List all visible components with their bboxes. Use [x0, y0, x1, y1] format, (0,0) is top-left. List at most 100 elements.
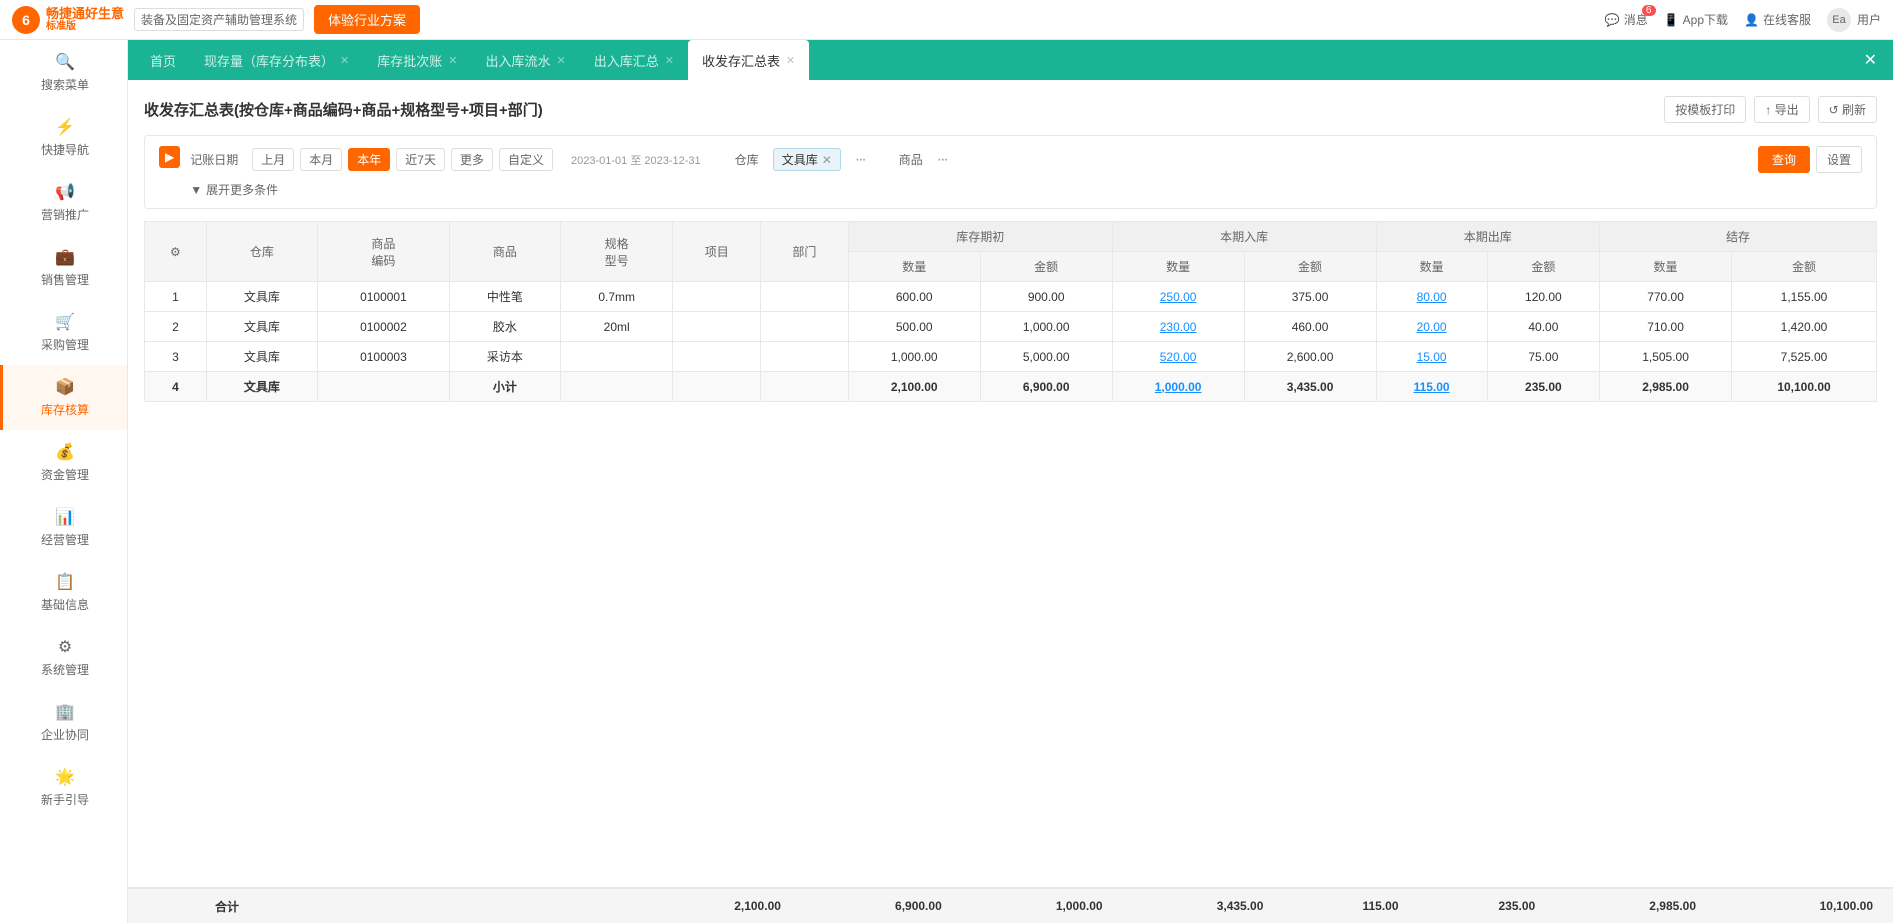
message-item[interactable]: 💬 消息 6	[1605, 11, 1648, 28]
out-qty-link-4[interactable]: 115.00	[1414, 380, 1450, 394]
total-out-qty: 115.00	[1273, 898, 1408, 915]
in-qty-link-2[interactable]: 230.00	[1160, 320, 1197, 334]
app-download-item[interactable]: 📱 App下载	[1664, 11, 1728, 28]
tab-inout-flow-close[interactable]: ✕	[557, 54, 566, 67]
sidebar-item-operation[interactable]: 📊 经营管理	[0, 495, 127, 560]
table-row: 1 文具库 0100001 中性笔 0.7mm 600.00 900.00 25…	[145, 282, 1877, 312]
cell-project-2	[673, 312, 761, 342]
experience-button[interactable]: 体验行业方案	[314, 5, 420, 34]
cell-out-qty-3[interactable]: 15.00	[1376, 342, 1487, 372]
export-label: 导出	[1775, 103, 1799, 117]
sidebar-item-quick[interactable]: ⚡ 快捷导航	[0, 105, 127, 170]
cell-out-qty-2[interactable]: 20.00	[1376, 312, 1487, 342]
tab-home[interactable]: 首页	[136, 40, 190, 80]
sidebar-label-quick: 快捷导航	[41, 141, 89, 158]
sidebar-item-purchase[interactable]: 🛒 采购管理	[0, 300, 127, 365]
in-qty-link-3[interactable]: 520.00	[1160, 350, 1197, 364]
tab-stock-dist-close[interactable]: ✕	[340, 54, 349, 67]
cell-in-qty-3[interactable]: 520.00	[1112, 342, 1244, 372]
in-qty-link-4[interactable]: 1,000.00	[1155, 380, 1202, 394]
date-btn-7days[interactable]: 近7天	[396, 148, 445, 171]
sidebar-item-marketing[interactable]: 📢 营销推广	[0, 170, 127, 235]
tab-recv-send[interactable]: 收发存汇总表 ✕	[688, 40, 809, 80]
tab-batch-label: 库存批次账	[377, 51, 442, 70]
cell-dept-1	[761, 282, 849, 312]
warehouse-ellipsis[interactable]: ···	[855, 151, 865, 169]
sidebar-item-basic[interactable]: 📋 基础信息	[0, 560, 127, 625]
sidebar-label-search: 搜索菜单	[41, 76, 89, 93]
print-button[interactable]: 按模板打印	[1664, 96, 1746, 123]
cell-open-amt-1: 900.00	[980, 282, 1112, 312]
tab-recv-send-close[interactable]: ✕	[786, 54, 795, 67]
cell-warehouse-3: 文具库	[206, 342, 317, 372]
out-qty-link-2[interactable]: 20.00	[1417, 320, 1447, 334]
guide-icon: 🌟	[55, 767, 75, 787]
tab-inout-summary-close[interactable]: ✕	[665, 54, 674, 67]
table-container: ⚙ 仓库 商品编码 商品 规格型号 项目 部门 库存期初 本期入库 本期出库 结…	[144, 221, 1877, 402]
cell-out-amt-1: 120.00	[1487, 282, 1599, 312]
cell-bal-qty-2: 710.00	[1600, 312, 1732, 342]
expand-button[interactable]: ▼ 展开更多条件	[190, 181, 1862, 198]
cell-bal-qty-4: 2,985.00	[1600, 372, 1732, 402]
cell-name-3: 采访本	[449, 342, 560, 372]
cell-warehouse-1: 文具库	[206, 282, 317, 312]
tab-batch[interactable]: 库存批次账 ✕	[363, 40, 471, 80]
export-button[interactable]: ↑ 导出	[1754, 96, 1809, 123]
data-table: ⚙ 仓库 商品编码 商品 规格型号 项目 部门 库存期初 本期入库 本期出库 结…	[144, 221, 1877, 402]
cell-bal-amt-4: 10,100.00	[1732, 372, 1877, 402]
sidebar-item-inventory[interactable]: 📦 库存核算	[0, 365, 127, 430]
cell-out-amt-3: 75.00	[1487, 342, 1599, 372]
cell-out-qty-1[interactable]: 80.00	[1376, 282, 1487, 312]
sidebar-label-system: 系统管理	[41, 661, 89, 678]
refresh-button[interactable]: ↺ 刷新	[1818, 96, 1877, 123]
col-group-balance: 结存	[1600, 222, 1877, 252]
cell-code-2: 0100002	[317, 312, 449, 342]
out-qty-link-1[interactable]: 80.00	[1417, 290, 1447, 304]
tab-inout-summary-label: 出入库汇总	[594, 51, 659, 70]
out-qty-link-3[interactable]: 15.00	[1417, 350, 1447, 364]
settings-button[interactable]: 设置	[1816, 146, 1862, 173]
online-service-item[interactable]: 👤 在线客服	[1744, 11, 1811, 28]
cell-dept-3	[761, 342, 849, 372]
total-bal-qty: 2,985.00	[1545, 898, 1706, 915]
sidebar-item-system[interactable]: ⚙ 系统管理	[0, 625, 127, 690]
sidebar-item-sales[interactable]: 💼 销售管理	[0, 235, 127, 300]
tab-stock-dist[interactable]: 现存量（库存分布表） ✕	[190, 40, 363, 80]
commodity-ellipsis[interactable]: ···	[937, 151, 947, 169]
avatar: Ea	[1827, 8, 1851, 32]
total-table: 合计 2,100.00 6,900.00 1,000.00 3,435.00 1…	[138, 898, 1883, 915]
expand-arrow-icon: ▼	[190, 183, 202, 197]
purchase-icon: 🛒	[55, 312, 75, 332]
user-area[interactable]: Ea 用户	[1827, 8, 1881, 32]
query-button[interactable]: 查询	[1758, 146, 1810, 173]
col-config[interactable]: ⚙	[145, 222, 207, 282]
sidebar-item-guide[interactable]: 🌟 新手引导	[0, 755, 127, 820]
tab-batch-close[interactable]: ✕	[448, 54, 457, 67]
col-open-amt: 金额	[980, 252, 1112, 282]
filter-arrow[interactable]: ▶	[159, 146, 180, 168]
cell-in-qty-2[interactable]: 230.00	[1112, 312, 1244, 342]
sidebar-item-search[interactable]: 🔍 搜索菜单	[0, 40, 127, 105]
date-btn-this-year[interactable]: 本年	[348, 148, 390, 171]
logo-text: 畅捷通好生意	[46, 6, 124, 22]
date-btn-this-month[interactable]: 本月	[300, 148, 342, 171]
in-qty-link-1[interactable]: 250.00	[1160, 290, 1197, 304]
sidebar-item-corp[interactable]: 🏢 企业协同	[0, 690, 127, 755]
cell-in-qty-1[interactable]: 250.00	[1112, 282, 1244, 312]
cell-in-qty-4[interactable]: 1,000.00	[1112, 372, 1244, 402]
tab-inout-flow[interactable]: 出入库流水 ✕	[471, 40, 579, 80]
col-product-name: 商品	[449, 222, 560, 282]
warehouse-tag-remove[interactable]: ✕	[822, 153, 832, 167]
date-btn-custom[interactable]: 自定义	[499, 148, 553, 171]
col-in-amt: 金额	[1244, 252, 1376, 282]
tab-inout-summary[interactable]: 出入库汇总 ✕	[580, 40, 688, 80]
tab-bar: 首页 现存量（库存分布表） ✕ 库存批次账 ✕ 出入库流水 ✕ 出入库汇总 ✕ …	[128, 40, 1893, 80]
cell-out-qty-4[interactable]: 115.00	[1376, 372, 1487, 402]
sidebar-item-finance[interactable]: 💰 资金管理	[0, 430, 127, 495]
total-dept-cell	[570, 898, 630, 915]
date-btn-last-month[interactable]: 上月	[252, 148, 294, 171]
close-all-tabs[interactable]: ✕	[1856, 46, 1885, 74]
cell-open-qty-3: 1,000.00	[848, 342, 980, 372]
user-label: 用户	[1857, 11, 1881, 28]
date-btn-more[interactable]: 更多	[451, 148, 493, 171]
